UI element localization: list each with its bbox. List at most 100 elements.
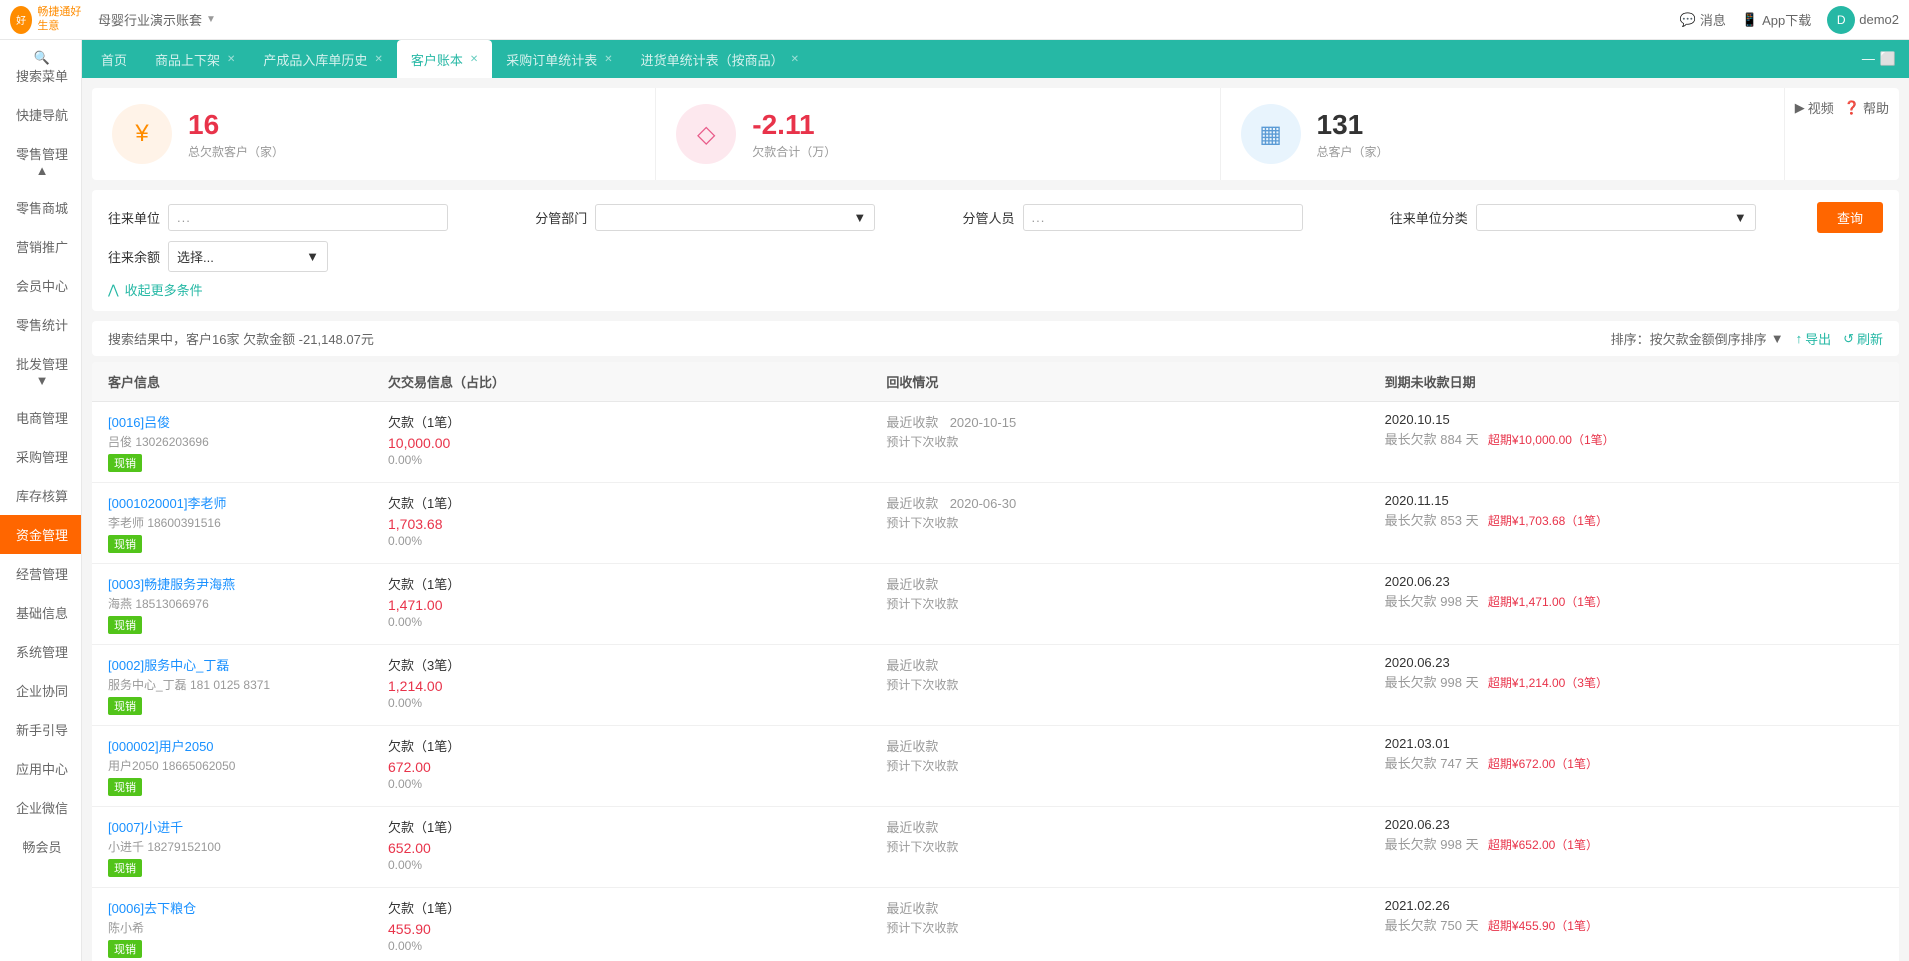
debt-amount-2: 1,471.00 bbox=[388, 597, 886, 613]
logo-icon: 好 bbox=[10, 6, 32, 34]
user-menu[interactable]: D demo2 bbox=[1827, 6, 1899, 34]
overdue-amount-5[interactable]: 超期¥652.00（1笔） bbox=[1488, 838, 1598, 852]
filter-person-input[interactable]: ... bbox=[1023, 204, 1303, 231]
sidebar-item-marketing[interactable]: 营销推广 bbox=[0, 227, 81, 266]
customer-name-3[interactable]: [0002]服务中心_丁磊 bbox=[108, 655, 388, 674]
sidebar-item-wholesale-mgmt[interactable]: 批发管理 ▼ bbox=[0, 344, 81, 398]
customer-cell-2: [0003]畅捷服务尹海燕 海燕 18513066976 现销 bbox=[108, 574, 388, 634]
retail-mgmt-label: 零售管理 bbox=[8, 144, 76, 163]
overdue-amount-2[interactable]: 超期¥1,471.00（1笔） bbox=[1488, 595, 1608, 609]
sidebar-item-retail-mgmt[interactable]: 零售管理 ▲ bbox=[0, 134, 81, 188]
sidebar-item-ecommerce[interactable]: 电商管理 bbox=[0, 398, 81, 437]
table-row: [0001020001]李老师 李老师 18600391516 现销 欠款（1笔… bbox=[92, 483, 1899, 564]
sidebar-item-purchase[interactable]: 采购管理 bbox=[0, 437, 81, 476]
help-button[interactable]: ❓ 帮助 bbox=[1844, 98, 1889, 117]
app-download-button[interactable]: 📱 App下载 bbox=[1742, 10, 1811, 29]
sidebar-item-retail-stats[interactable]: 零售统计 bbox=[0, 305, 81, 344]
filter-collapse-btn[interactable]: ⋀ 收起更多条件 bbox=[108, 280, 1883, 299]
store-selector[interactable]: 母婴行业演示账套 ▼ bbox=[98, 10, 216, 29]
tab-maximize-icon[interactable]: ⬜ bbox=[1880, 51, 1896, 67]
refresh-label: 刷新 bbox=[1857, 329, 1883, 348]
overdue-amount-0[interactable]: 超期¥10,000.00（1笔） bbox=[1488, 433, 1615, 447]
sidebar-item-finance[interactable]: 资金管理 bbox=[0, 515, 81, 554]
tab-minimize-icon[interactable]: — bbox=[1862, 51, 1875, 67]
tab-purchase-stats-by-product[interactable]: 进货单统计表（按商品） ✕ bbox=[627, 40, 813, 78]
next-collection-1: 预计下次收款 bbox=[886, 514, 1384, 531]
overdue-amount-3[interactable]: 超期¥1,214.00（3笔） bbox=[1488, 676, 1608, 690]
filter-balance-select[interactable]: 选择... ▼ bbox=[168, 241, 328, 272]
filter-collapse-label: 收起更多条件 bbox=[125, 280, 203, 299]
tab-product-listing-close-icon[interactable]: ✕ bbox=[227, 54, 235, 65]
customer-contact-3: 服务中心_丁磊 181 0125 8371 bbox=[108, 676, 388, 693]
collection-cell-5: 最近收款 预计下次收款 bbox=[886, 817, 1384, 857]
sidebar: 🔍 搜索菜单 快捷导航 零售管理 ▲ 零售商城 营销推广 会员中心 零售统计 bbox=[0, 40, 82, 961]
tab-production-history-close-icon[interactable]: ✕ bbox=[374, 54, 382, 65]
debt-amount-5: 652.00 bbox=[388, 840, 886, 856]
sidebar-item-wechat[interactable]: 企业微信 bbox=[0, 788, 81, 827]
debt-amount-4: 672.00 bbox=[388, 759, 886, 775]
debt-amount-1: 1,703.68 bbox=[388, 516, 886, 532]
debt-count-0: 欠款（1笔） bbox=[388, 412, 886, 431]
tab-purchase-stats-close-icon[interactable]: ✕ bbox=[791, 54, 799, 65]
filter-vendor-input[interactable]: ... bbox=[168, 204, 448, 231]
overdue-amount-6[interactable]: 超期¥455.90（1笔） bbox=[1488, 919, 1598, 933]
sort-selector[interactable]: 排序：按欠款金额倒序排序 ▼ bbox=[1611, 329, 1784, 348]
sidebar-item-enterprise-collab[interactable]: 企业协同 bbox=[0, 671, 81, 710]
customer-name-2[interactable]: [0003]畅捷服务尹海燕 bbox=[108, 574, 388, 593]
debt-ratio-1: 0.00% bbox=[388, 534, 886, 548]
tab-production-history[interactable]: 产成品入库单历史 ✕ bbox=[249, 40, 396, 78]
customer-name-4[interactable]: [000002]用户2050 bbox=[108, 736, 388, 755]
next-collection-2: 预计下次收款 bbox=[886, 595, 1384, 612]
tab-customer-ledger-close-icon[interactable]: ✕ bbox=[470, 54, 478, 65]
filter-dept-select[interactable]: ▼ bbox=[595, 204, 875, 231]
marketing-label: 营销推广 bbox=[8, 237, 76, 256]
sidebar-item-new-guide[interactable]: 新手引导 bbox=[0, 710, 81, 749]
last-collection-0: 最近收款 2020-10-15 bbox=[886, 412, 1384, 431]
customer-name-0[interactable]: [0016]吕俊 bbox=[108, 412, 388, 431]
summary-row: ¥ 16 总欠款客户（家） ◇ -2.11 欠款合计（万） bbox=[92, 88, 1899, 180]
tab-customer-ledger[interactable]: 客户账本 ✕ bbox=[397, 40, 492, 78]
last-collection-label-2: 最近收款 bbox=[886, 577, 938, 592]
sidebar-item-basic-info[interactable]: 基础信息 bbox=[0, 593, 81, 632]
tab-purchase-order-stats[interactable]: 采购订单统计表 ✕ bbox=[492, 40, 626, 78]
overdue-amount-4[interactable]: 超期¥672.00（1笔） bbox=[1488, 757, 1598, 771]
search-button[interactable]: 查询 bbox=[1817, 202, 1883, 233]
sidebar-item-app-center[interactable]: 应用中心 bbox=[0, 749, 81, 788]
overdue-amount-1[interactable]: 超期¥1,703.68（1笔） bbox=[1488, 514, 1608, 528]
filter-category-select[interactable]: ▼ bbox=[1476, 204, 1756, 231]
sidebar-item-system[interactable]: 系统管理 bbox=[0, 632, 81, 671]
tab-purchase-order-stats-close-icon[interactable]: ✕ bbox=[604, 54, 612, 65]
sidebar-item-inventory[interactable]: 库存核算 bbox=[0, 476, 81, 515]
refresh-button[interactable]: ↺ 刷新 bbox=[1843, 329, 1883, 348]
export-button[interactable]: ↑ 导出 bbox=[1796, 329, 1832, 348]
video-label: 视频 bbox=[1808, 98, 1834, 117]
tab-product-listing[interactable]: 商品上下架 ✕ bbox=[141, 40, 249, 78]
sidebar-item-chang-member[interactable]: 畅会员 bbox=[0, 827, 81, 866]
store-chevron-icon: ▼ bbox=[206, 14, 216, 25]
customer-status-2: 现销 bbox=[108, 616, 142, 634]
main-layout: 🔍 搜索菜单 快捷导航 零售管理 ▲ 零售商城 营销推广 会员中心 零售统计 bbox=[0, 40, 1909, 961]
sidebar-item-member-center[interactable]: 会员中心 bbox=[0, 266, 81, 305]
video-button[interactable]: ▶ 视频 bbox=[1795, 98, 1834, 117]
debt-cell-2: 欠款（1笔） 1,471.00 0.00% bbox=[388, 574, 886, 629]
customer-name-1[interactable]: [0001020001]李老师 bbox=[108, 493, 388, 512]
debt-cell-5: 欠款（1笔） 652.00 0.00% bbox=[388, 817, 886, 872]
sidebar-item-quick-nav[interactable]: 快捷导航 bbox=[0, 95, 81, 134]
filter-row-1: 往来单位 ... 分管部门 ▼ bbox=[108, 202, 1883, 233]
video-icon: ▶ bbox=[1795, 100, 1805, 116]
sidebar-item-search-menu[interactable]: 🔍 搜索菜单 bbox=[0, 40, 81, 95]
due-cell-0: 2020.10.15 最长欠款 884 天 超期¥10,000.00（1笔） bbox=[1385, 412, 1883, 448]
customer-cell-3: [0002]服务中心_丁磊 服务中心_丁磊 181 0125 8371 现销 bbox=[108, 655, 388, 715]
customer-name-6[interactable]: [0006]去下粮仓 bbox=[108, 898, 388, 917]
tab-home[interactable]: 首页 bbox=[87, 40, 141, 78]
overdue-days-1: 最长欠款 853 天 超期¥1,703.68（1笔） bbox=[1385, 510, 1883, 529]
col-header-duedate: 到期未收款日期 bbox=[1385, 372, 1883, 391]
message-button[interactable]: 💬 消息 bbox=[1680, 10, 1726, 29]
sidebar-item-retail-mall[interactable]: 零售商城 bbox=[0, 188, 81, 227]
finance-label: 资金管理 bbox=[8, 525, 76, 544]
ecommerce-label: 电商管理 bbox=[8, 408, 76, 427]
overdue-days-0: 最长欠款 884 天 超期¥10,000.00（1笔） bbox=[1385, 429, 1883, 448]
summary-card3-info: 131 总客户（家） bbox=[1317, 109, 1389, 160]
sidebar-item-operations[interactable]: 经营管理 bbox=[0, 554, 81, 593]
customer-name-5[interactable]: [0007]小进千 bbox=[108, 817, 388, 836]
